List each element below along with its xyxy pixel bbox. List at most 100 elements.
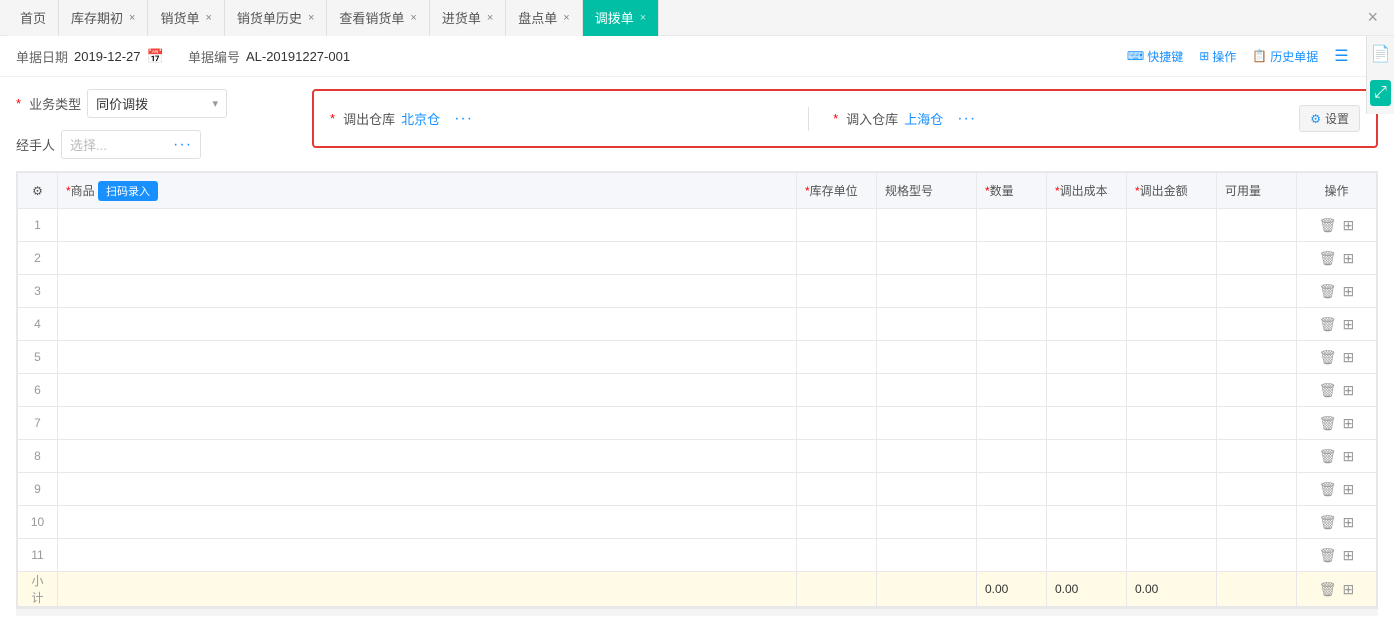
delete-icon[interactable]: 🗑 [1319,415,1337,432]
unit-cell[interactable] [797,506,877,539]
spec-cell[interactable] [877,209,977,242]
tab-close-icon[interactable]: × [205,12,211,24]
qty-cell[interactable] [977,374,1047,407]
copy-icon[interactable]: ⊞ [1343,415,1355,432]
qty-cell[interactable] [977,506,1047,539]
cost-cell[interactable] [1047,506,1127,539]
qty-cell[interactable] [977,341,1047,374]
unit-cell[interactable] [797,242,877,275]
copy-icon[interactable]: ⊞ [1343,547,1355,564]
amount-cell[interactable] [1127,440,1217,473]
amount-cell[interactable] [1127,242,1217,275]
delete-icon[interactable]: 🗑 [1319,283,1337,300]
cost-cell[interactable] [1047,275,1127,308]
notes-icon[interactable]: 📄 [1371,44,1391,64]
product-cell[interactable] [58,440,797,473]
spec-cell[interactable] [877,341,977,374]
unit-cell[interactable] [797,308,877,341]
out-warehouse-more-icon[interactable]: ··· [454,110,473,128]
copy-icon[interactable]: ⊞ [1343,349,1355,366]
layout-toggle-1[interactable]: ☰ [1334,46,1348,66]
tab-transfer[interactable]: 调拨单 × [583,0,659,36]
cost-cell[interactable] [1047,539,1127,572]
spec-cell[interactable] [877,275,977,308]
shortcuts-button[interactable]: ⌨ 快捷键 [1127,48,1183,65]
unit-cell[interactable] [797,539,877,572]
qty-cell[interactable] [977,407,1047,440]
unit-cell[interactable] [797,275,877,308]
qty-cell[interactable] [977,473,1047,506]
tab-close-icon[interactable]: × [563,12,569,24]
tab-sales-history[interactable]: 销货单历史 × [225,0,327,36]
product-cell[interactable] [58,473,797,506]
qty-cell[interactable] [977,209,1047,242]
amount-cell[interactable] [1127,374,1217,407]
tab-active-close-icon[interactable]: × [640,12,646,24]
calendar-icon[interactable]: 📅 [147,48,164,65]
tab-close-icon[interactable]: × [308,12,314,24]
amount-cell[interactable] [1127,506,1217,539]
qty-cell[interactable] [977,275,1047,308]
unit-cell[interactable] [797,407,877,440]
out-warehouse-value[interactable]: 北京仓 [401,109,440,128]
tab-sales-order[interactable]: 销货单 × [148,0,224,36]
copy-icon[interactable]: ⊞ [1343,581,1355,598]
tab-inventory-init[interactable]: 库存期初 × [59,0,148,36]
amount-cell[interactable] [1127,473,1217,506]
delete-icon[interactable]: 🗑 [1319,581,1337,598]
window-close-button[interactable]: × [1359,7,1386,28]
product-cell[interactable] [58,539,797,572]
horizontal-scrollbar[interactable] [16,608,1378,616]
in-warehouse-more-icon[interactable]: ··· [957,110,976,128]
delete-icon[interactable]: 🗑 [1319,316,1337,333]
qty-cell[interactable] [977,539,1047,572]
product-cell[interactable] [58,209,797,242]
product-cell[interactable] [58,242,797,275]
unit-cell[interactable] [797,341,877,374]
tab-close-icon[interactable]: × [129,12,135,24]
copy-icon[interactable]: ⊞ [1343,283,1355,300]
cost-cell[interactable] [1047,407,1127,440]
history-button[interactable]: 📋 历史单据 [1252,48,1318,65]
amount-cell[interactable] [1127,308,1217,341]
spec-cell[interactable] [877,374,977,407]
delete-icon[interactable]: 🗑 [1319,547,1337,564]
product-cell[interactable] [58,506,797,539]
cost-cell[interactable] [1047,473,1127,506]
handler-select[interactable]: 选择... ··· [61,130,201,159]
tab-home[interactable]: 首页 [8,0,59,36]
scan-input-button[interactable]: 扫码录入 [98,181,158,201]
spec-cell[interactable] [877,506,977,539]
spec-cell[interactable] [877,308,977,341]
spec-cell[interactable] [877,242,977,275]
amount-cell[interactable] [1127,407,1217,440]
copy-icon[interactable]: ⊞ [1343,250,1355,267]
spec-cell[interactable] [877,473,977,506]
product-cell[interactable] [58,407,797,440]
product-cell[interactable] [58,275,797,308]
amount-cell[interactable] [1127,209,1217,242]
copy-icon[interactable]: ⊞ [1343,481,1355,498]
delete-icon[interactable]: 🗑 [1319,250,1337,267]
business-type-select[interactable]: 同价调拨 ▾ [87,89,227,118]
spec-cell[interactable] [877,407,977,440]
product-cell[interactable] [58,308,797,341]
spec-cell[interactable] [877,440,977,473]
tab-stocktake[interactable]: 盘点单 × [506,0,582,36]
qty-cell[interactable] [977,440,1047,473]
cost-cell[interactable] [1047,440,1127,473]
amount-cell[interactable] [1127,275,1217,308]
cost-cell[interactable] [1047,242,1127,275]
cost-cell[interactable] [1047,209,1127,242]
cost-cell[interactable] [1047,308,1127,341]
delete-icon[interactable]: 🗑 [1319,448,1337,465]
product-cell[interactable] [58,341,797,374]
copy-icon[interactable]: ⊞ [1343,217,1355,234]
copy-icon[interactable]: ⊞ [1343,382,1355,399]
copy-icon[interactable]: ⊞ [1343,316,1355,333]
delete-icon[interactable]: 🗑 [1319,481,1337,498]
operations-button[interactable]: ⊞ 操作 [1199,48,1236,65]
tab-close-icon[interactable]: × [487,12,493,24]
amount-cell[interactable] [1127,341,1217,374]
unit-cell[interactable] [797,440,877,473]
